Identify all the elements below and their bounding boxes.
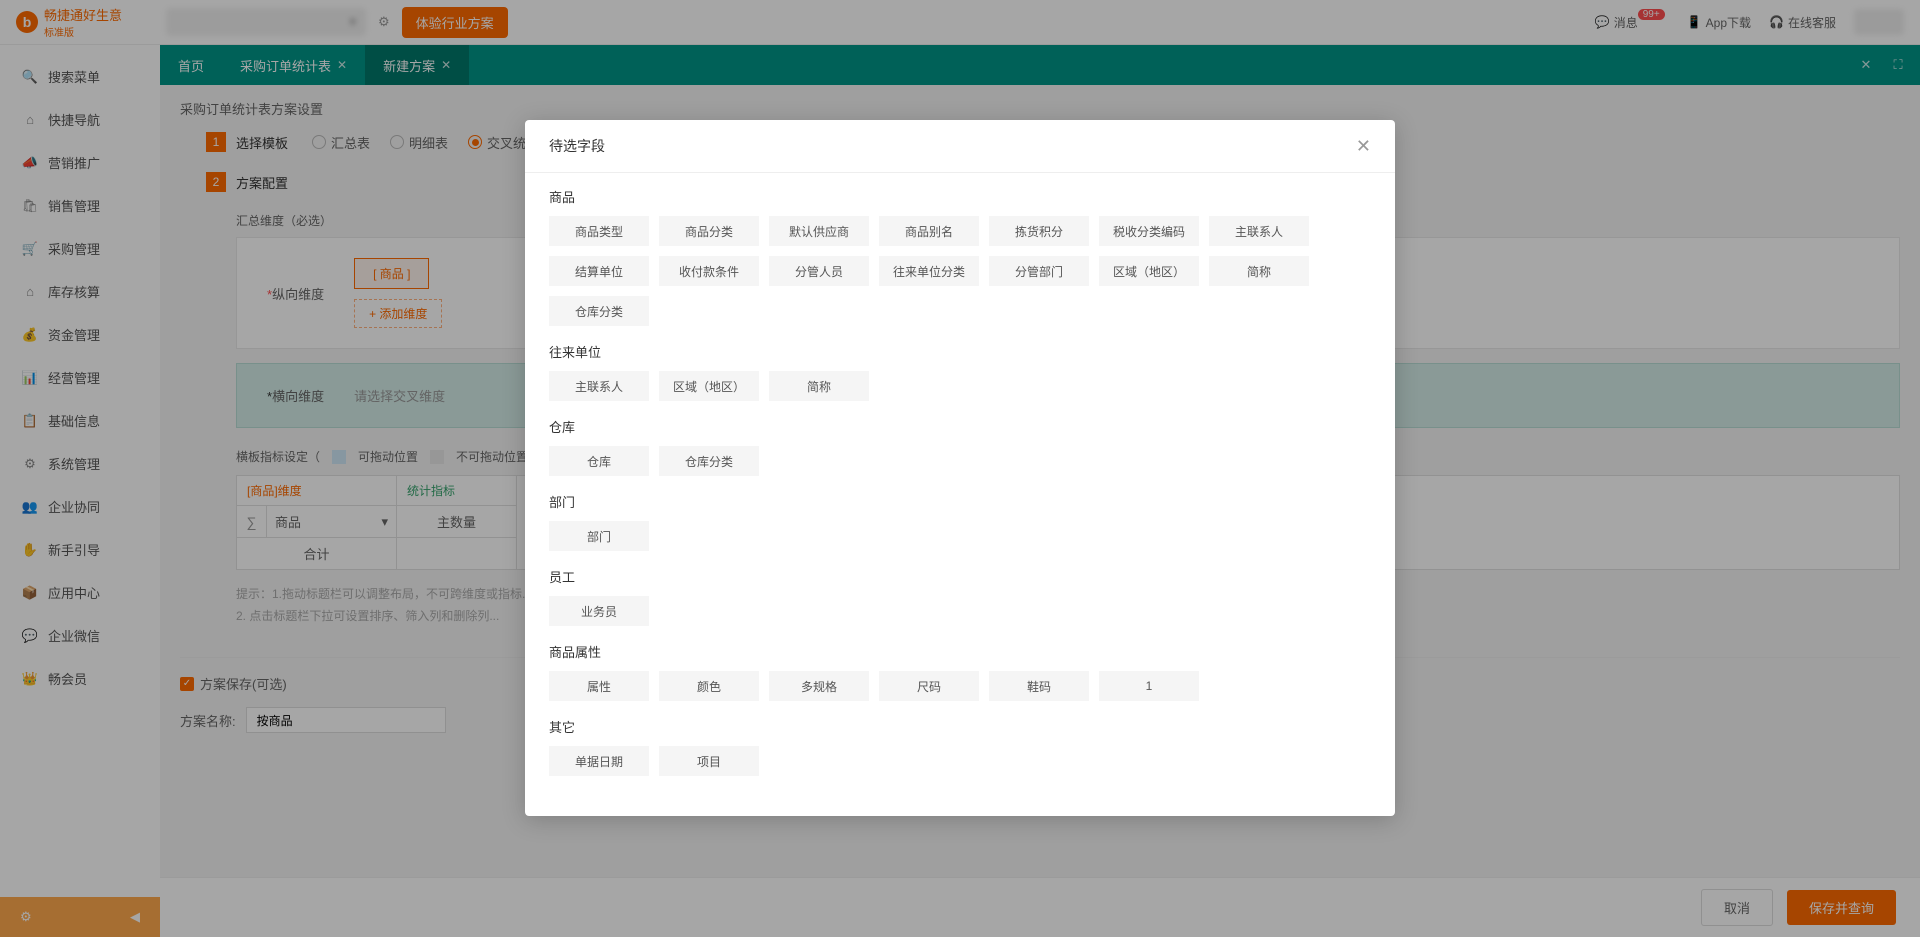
field-option[interactable]: 业务员 (549, 596, 649, 626)
field-option[interactable]: 商品类型 (549, 216, 649, 246)
field-option[interactable]: 仓库 (549, 446, 649, 476)
field-option[interactable]: 商品别名 (879, 216, 979, 246)
field-group: 其它单据日期项目 (549, 717, 1371, 776)
field-option[interactable]: 税收分类编码 (1099, 216, 1199, 246)
field-group: 往来单位主联系人区域（地区） 简称 (549, 342, 1371, 401)
field-group: 部门部门 (549, 492, 1371, 551)
field-group-title: 往来单位 (549, 342, 1371, 361)
field-option[interactable]: 尺码 (879, 671, 979, 701)
field-option[interactable]: 单据日期 (549, 746, 649, 776)
field-group-title: 员工 (549, 567, 1371, 586)
field-option[interactable]: 仓库分类 (549, 296, 649, 326)
field-option[interactable]: 1 (1099, 671, 1199, 701)
field-group-title: 部门 (549, 492, 1371, 511)
field-option[interactable]: 分管人员 (769, 256, 869, 286)
field-group: 仓库仓库仓库分类 (549, 417, 1371, 476)
field-option[interactable]: 鞋码 (989, 671, 1089, 701)
field-option[interactable]: 项目 (659, 746, 759, 776)
modal-close-icon[interactable]: ✕ (1356, 137, 1371, 155)
field-option[interactable]: 颜色 (659, 671, 759, 701)
modal-title: 待选字段 (549, 136, 605, 156)
field-option[interactable]: 仓库分类 (659, 446, 759, 476)
field-option[interactable]: 区域（地区） (659, 371, 759, 401)
field-group: 员工业务员 (549, 567, 1371, 626)
field-group-title: 商品属性 (549, 642, 1371, 661)
field-option[interactable]: 结算单位 (549, 256, 649, 286)
field-option[interactable]: 商品分类 (659, 216, 759, 246)
field-option[interactable]: 多规格 (769, 671, 869, 701)
field-option[interactable]: 分管部门 (989, 256, 1089, 286)
field-option[interactable]: 部门 (549, 521, 649, 551)
field-option[interactable]: 简称 (769, 371, 869, 401)
field-group-title: 其它 (549, 717, 1371, 736)
field-option[interactable]: 往来单位分类 (879, 256, 979, 286)
field-option[interactable]: 收付款条件 (659, 256, 759, 286)
field-option[interactable]: 属性 (549, 671, 649, 701)
field-group-title: 商品 (549, 187, 1371, 206)
field-select-modal: 待选字段 ✕ 商品商品类型商品分类默认供应商商品别名拣货积分税收分类编码主联系人… (525, 120, 1395, 816)
field-option[interactable]: 区域（地区） (1099, 256, 1199, 286)
field-option[interactable]: 默认供应商 (769, 216, 869, 246)
field-option[interactable]: 主联系人 (549, 371, 649, 401)
field-option[interactable]: 拣货积分 (989, 216, 1089, 246)
field-option[interactable]: 主联系人 (1209, 216, 1309, 246)
field-option[interactable]: 简称 (1209, 256, 1309, 286)
field-group: 商品商品类型商品分类默认供应商商品别名拣货积分税收分类编码主联系人结算单位收付款… (549, 187, 1371, 326)
field-group-title: 仓库 (549, 417, 1371, 436)
field-group: 商品属性属性颜色多规格尺码鞋码 1 (549, 642, 1371, 701)
